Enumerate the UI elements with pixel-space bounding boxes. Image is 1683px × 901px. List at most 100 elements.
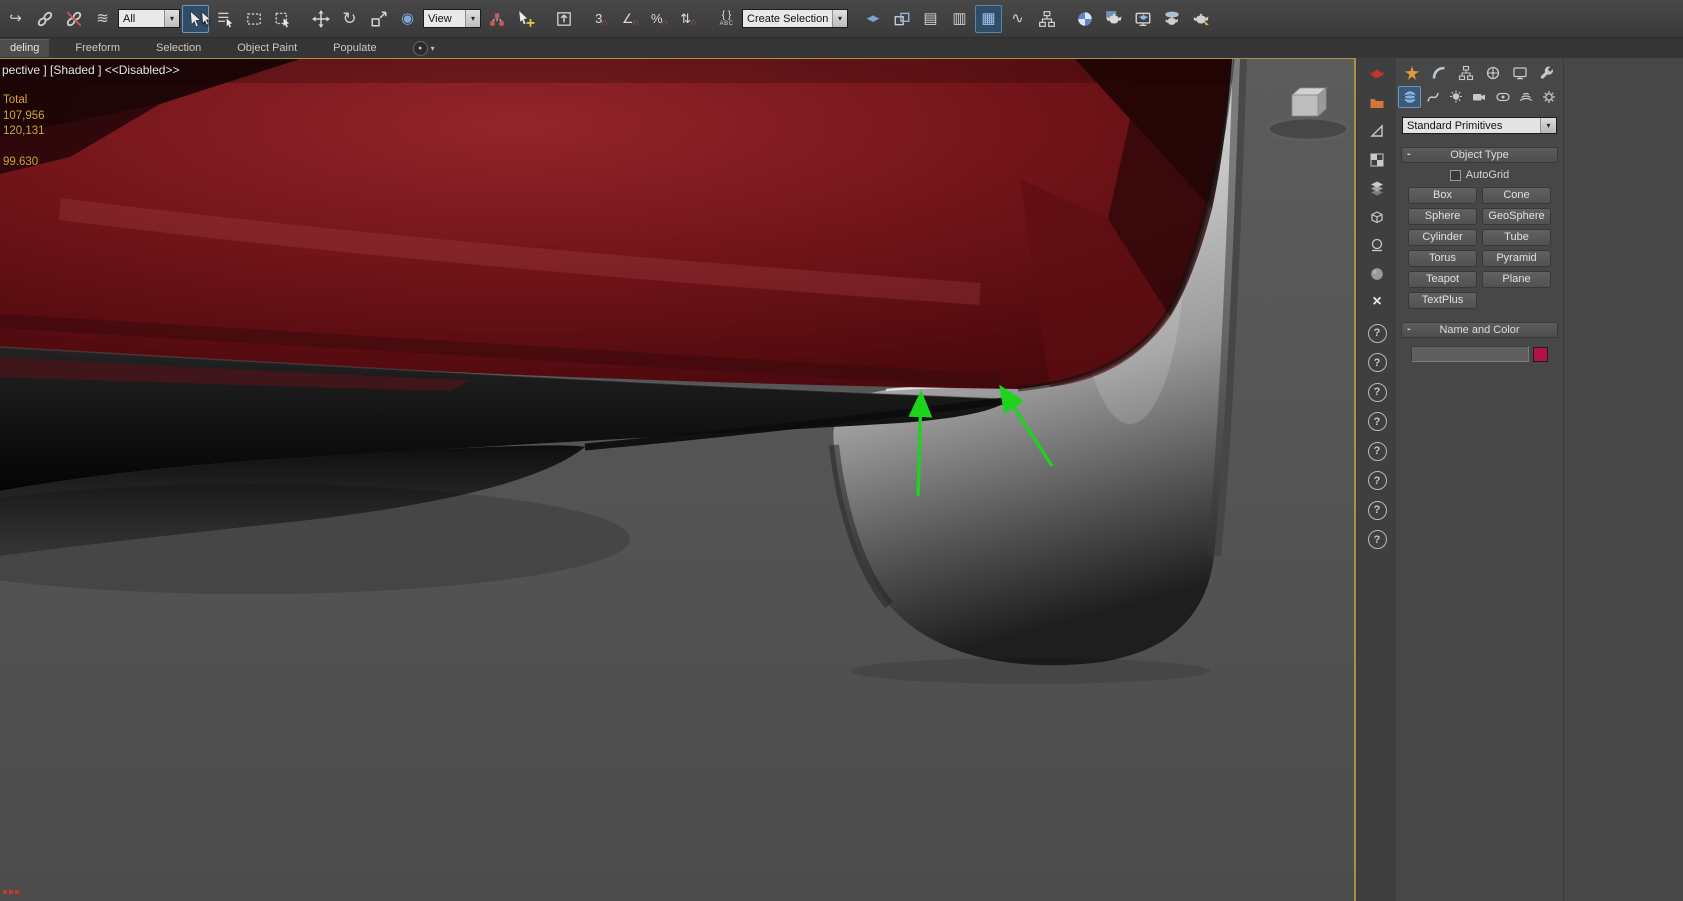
utilities-tab[interactable] [1535,62,1559,84]
object-color-swatch[interactable] [1533,346,1548,362]
layers-button[interactable] [1365,177,1389,199]
named-selection-sets-dropdown[interactable]: Create Selection Se ▾ [742,9,848,28]
sphere-stand-button[interactable] [1365,234,1389,256]
object-name-input[interactable] [1411,346,1529,362]
snaps-toggle-button[interactable]: 3 ∩ [588,5,615,33]
coordinate-system-dropdown[interactable]: View ▾ [423,9,481,28]
bind-to-spacewarp-button[interactable]: ≋ [89,5,116,33]
pyramid-button[interactable]: Pyramid [1482,250,1551,267]
checker-map-button[interactable] [1365,149,1389,171]
shaded-sphere-button[interactable] [1365,263,1389,285]
script-help-button[interactable]: ? [1367,353,1387,372]
keyboard-override-button[interactable] [550,5,577,33]
script-help-button[interactable]: ? [1367,500,1387,520]
redo-button[interactable]: ↪ [2,5,29,33]
select-and-place-button[interactable]: ◉ [394,5,421,33]
close-toolbar-button[interactable]: × [1365,291,1389,313]
box-mode-button[interactable] [1365,206,1389,228]
ribbon-config-button[interactable]: ● ▾ [412,40,435,56]
track-bar-ticks [3,890,7,894]
open-folder-button[interactable] [1365,92,1389,114]
script-help-button[interactable]: ? [1367,441,1387,461]
select-by-name-button[interactable] [211,5,238,33]
systems-category[interactable] [1538,86,1561,108]
window-crossing-icon [274,10,292,28]
modify-tab[interactable] [1427,62,1451,84]
mirror-button[interactable]: ◀ ▶ [859,5,886,33]
edit-named-selections-button[interactable]: { } ABC [713,5,740,33]
render-production-button[interactable] [1187,5,1214,33]
hierarchy-tab[interactable] [1454,62,1478,84]
render-teapot-button[interactable] [1365,63,1389,85]
percent-snap-button[interactable]: % ∩ [646,5,673,33]
shaded-sphere-icon [1369,266,1385,282]
collapse-toggle[interactable]: - [1407,148,1411,160]
shapes-category[interactable] [1421,86,1444,108]
scene-explorer-icon: ▤ [923,10,938,27]
measure-button[interactable] [1365,120,1389,142]
ribbon-tab-freeform[interactable]: Freeform [65,39,130,57]
lights-category[interactable] [1445,86,1468,108]
use-pivot-center-button[interactable] [483,5,510,33]
unlink-selection-button[interactable] [60,5,87,33]
side-toolbar: × ? ? ? ? ? ? ? ? [1358,58,1396,901]
motion-tab[interactable] [1481,62,1505,84]
layer-explorer-button[interactable]: ▥ [946,5,973,33]
window-crossing-button[interactable] [269,5,296,33]
select-and-move-button[interactable] [307,5,334,33]
create-tab[interactable] [1400,62,1424,84]
scene-explorer-button[interactable]: ▤ [917,5,944,33]
display-tab[interactable] [1508,62,1532,84]
material-editor-button[interactable] [1071,5,1098,33]
render-in-cloud-button[interactable] [1158,5,1185,33]
torus-button[interactable]: Torus [1408,250,1477,267]
script-help-button[interactable]: ? [1367,382,1387,402]
teapot-button[interactable]: Teapot [1408,271,1477,288]
select-and-scale-button[interactable] [365,5,392,33]
rendered-frame-button[interactable] [1129,5,1156,33]
stat-line: 120,131 [3,125,45,137]
geometry-category[interactable] [1398,86,1422,108]
helpers-category[interactable] [1491,86,1514,108]
box-button[interactable]: Box [1408,187,1477,204]
render-setup-button[interactable] [1100,5,1127,33]
geometry-class-dropdown[interactable]: Standard Primitives ▾ [1402,117,1557,134]
textplus-button[interactable]: TextPlus [1408,292,1477,309]
viewport-canvas[interactable] [0,59,1354,901]
script-help-button[interactable]: ? [1367,530,1387,549]
perspective-viewport[interactable]: pective ] [Shaded ] <<Disabled>> Total 1… [0,58,1356,901]
align-button[interactable] [888,5,915,33]
ribbon-tab-object-paint[interactable]: Object Paint [227,39,307,57]
render-teapot-icon [1192,10,1209,28]
spacewarps-category[interactable] [1514,86,1537,108]
collapse-toggle[interactable]: - [1407,323,1411,335]
schematic-view-button[interactable] [1033,5,1060,33]
script-help-button[interactable]: ? [1367,323,1387,343]
cameras-category[interactable] [1468,86,1491,108]
name-color-rollout-header[interactable]: - Name and Color [1401,322,1558,338]
angle-snap-button[interactable]: ∠ ∩ [617,5,644,33]
cylinder-button[interactable]: Cylinder [1408,229,1477,246]
cone-button[interactable]: Cone [1482,187,1551,204]
plane-button[interactable]: Plane [1482,271,1551,288]
select-and-link-button[interactable] [31,5,58,33]
viewport-label[interactable]: pective ] [Shaded ] <<Disabled>> [2,63,179,77]
geosphere-button[interactable]: GeoSphere [1482,208,1551,225]
script-help-button[interactable]: ? [1367,471,1387,490]
spinner-snap-button[interactable]: ⇅ ∩ [675,5,702,33]
select-and-manipulate-button[interactable] [512,5,539,33]
ribbon-toggle-button[interactable]: ▦ [975,4,1002,33]
object-type-rollout-header[interactable]: - Object Type [1401,147,1558,163]
selection-filter-dropdown[interactable]: All ▾ [118,9,180,28]
ribbon-tab-populate[interactable]: Populate [323,39,386,57]
rectangular-selection-button[interactable] [240,5,267,33]
ribbon-tab-selection[interactable]: Selection [146,39,211,57]
ribbon-tab-modeling[interactable]: deling [0,39,50,57]
select-and-rotate-button[interactable]: ↻ [336,5,363,33]
curve-editor-button[interactable]: ∿ [1004,5,1031,33]
sphere-button[interactable]: Sphere [1408,208,1477,225]
autogrid-checkbox[interactable] [1449,169,1461,181]
script-help-button[interactable]: ? [1367,412,1387,431]
tube-button[interactable]: Tube [1482,229,1551,246]
systems-gear-icon [1541,89,1557,105]
